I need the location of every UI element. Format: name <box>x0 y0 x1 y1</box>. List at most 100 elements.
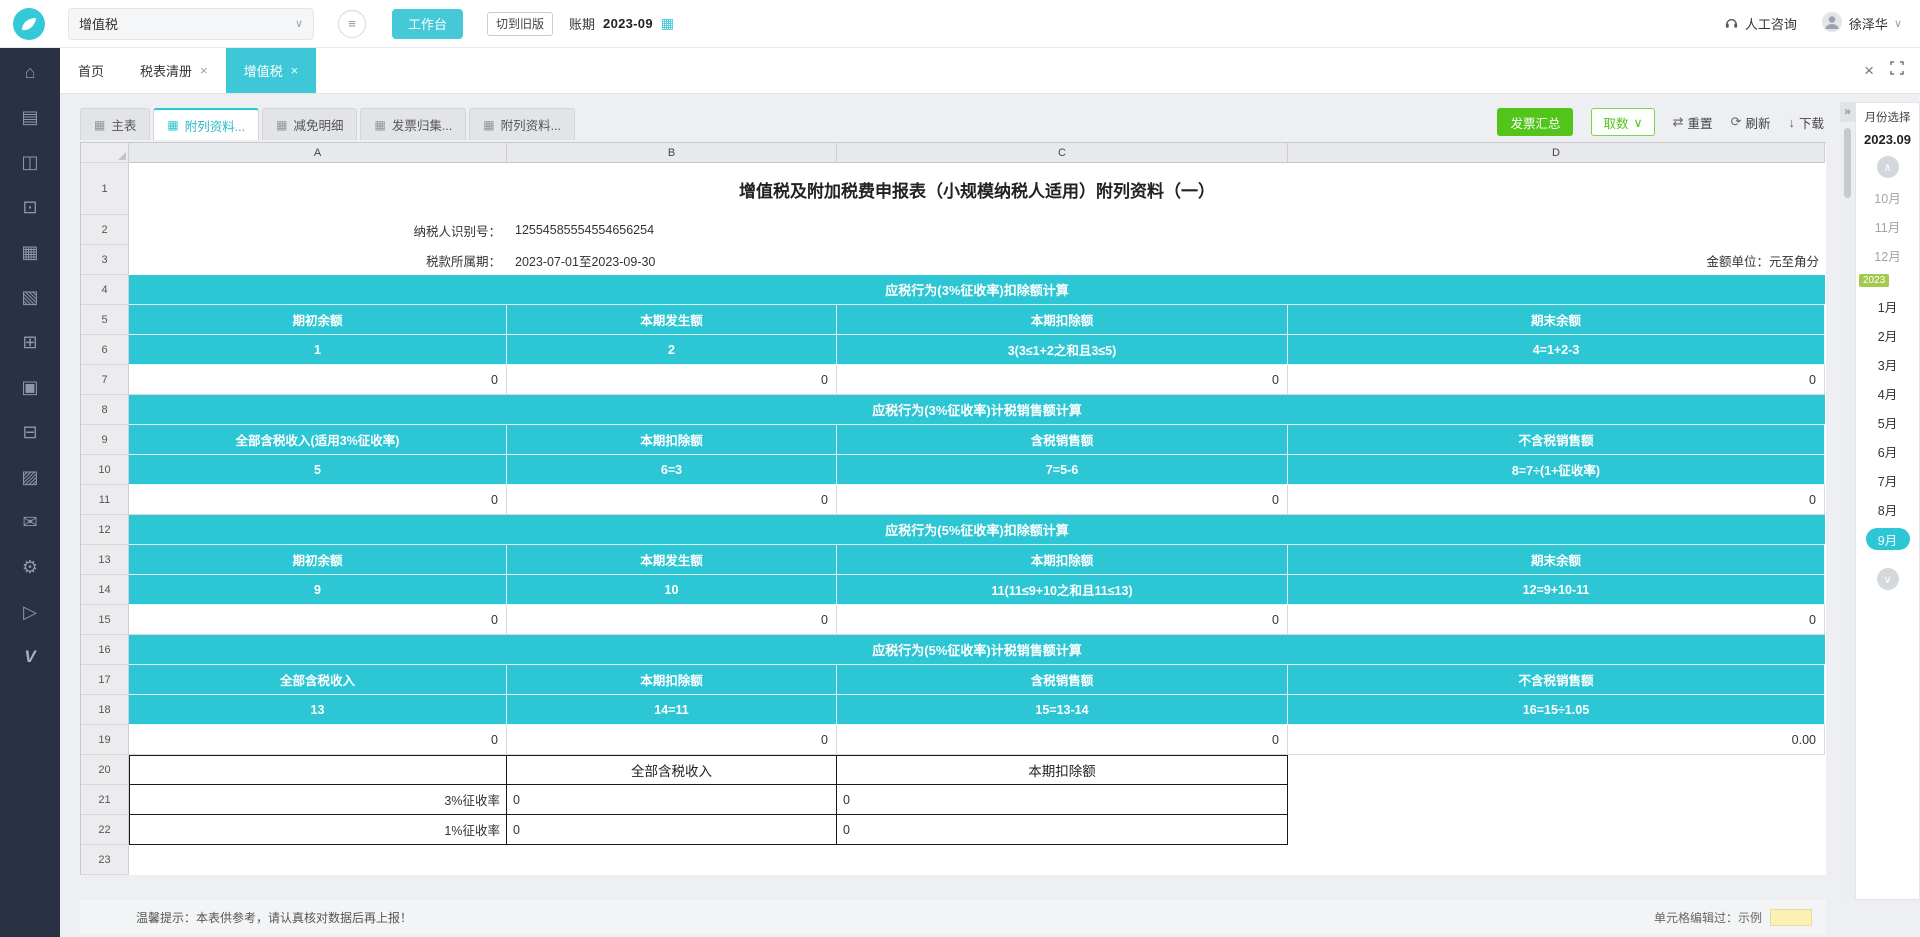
row-number[interactable]: 12 <box>81 515 129 545</box>
sidebar-item-assets[interactable]: ▣ <box>12 375 48 399</box>
sheet-tab-appendix1[interactable]: ▦ 附列资料... <box>153 108 260 140</box>
select-all-corner[interactable] <box>81 143 129 163</box>
month-item[interactable]: 2月 <box>1878 325 1897 345</box>
task-list-icon[interactable]: ≡ <box>338 9 366 38</box>
row-number[interactable]: 8 <box>81 395 129 425</box>
sheet-tab-main[interactable]: ▦ 主表 <box>80 108 151 140</box>
column-header-d[interactable]: D <box>1288 143 1825 163</box>
close-icon[interactable]: × <box>200 63 208 78</box>
month-item[interactable]: 5月 <box>1878 412 1897 432</box>
workbench-button[interactable]: 工作台 <box>392 8 464 39</box>
month-item[interactable]: 12月 <box>1874 245 1900 265</box>
invoice-summary-button[interactable]: 发票汇总 <box>1497 108 1574 136</box>
row-number[interactable]: 14 <box>81 575 129 605</box>
value-cell[interactable]: 0 <box>1288 365 1825 395</box>
value-cell[interactable]: 0 <box>837 365 1288 395</box>
row-number[interactable]: 7 <box>81 365 129 395</box>
collapse-panel-icon[interactable]: » <box>1840 102 1855 122</box>
sidebar-item-messages[interactable]: ✉ <box>12 510 48 534</box>
row-number[interactable]: 22 <box>81 815 129 845</box>
value-cell[interactable]: 0 <box>129 485 507 515</box>
switch-old-version-button[interactable]: 切到旧版 <box>487 11 554 36</box>
value-cell[interactable]: 0 <box>837 605 1288 635</box>
close-icon[interactable]: × <box>291 63 299 78</box>
row-number[interactable]: 15 <box>81 605 129 635</box>
sub-table-value-cell[interactable]: 0 <box>507 785 837 815</box>
value-cell[interactable]: 0 <box>507 485 837 515</box>
row-number[interactable]: 21 <box>81 785 129 815</box>
sidebar-item-tutorials[interactable]: ▷ <box>12 600 48 624</box>
value-cell[interactable]: 0 <box>507 605 837 635</box>
value-cell[interactable]: 0 <box>129 365 507 395</box>
scroll-down-icon[interactable]: ∨ <box>1876 568 1899 590</box>
value-cell[interactable]: 0 <box>837 485 1288 515</box>
sidebar-brand-icon[interactable]: V <box>12 645 48 669</box>
value-cell[interactable]: 0 <box>1288 605 1825 635</box>
column-header-c[interactable]: C <box>837 143 1288 163</box>
row-number[interactable]: 19 <box>81 725 129 755</box>
refresh-button[interactable]: ⟳ 刷新 <box>1731 113 1771 132</box>
month-item[interactable]: 6月 <box>1878 441 1897 461</box>
month-item[interactable]: 8月 <box>1878 499 1897 519</box>
month-item[interactable]: 1月 <box>1878 296 1897 316</box>
month-item[interactable]: 10月 <box>1874 187 1900 207</box>
value-cell[interactable]: 0 <box>507 365 837 395</box>
download-button[interactable]: ↓ 下载 <box>1788 113 1824 132</box>
row-number[interactable]: 11 <box>81 485 129 515</box>
sidebar-item-documents[interactable]: ▨ <box>12 465 48 489</box>
row-number[interactable]: 17 <box>81 665 129 695</box>
row-number[interactable]: 6 <box>81 335 129 365</box>
module-select[interactable]: 增值税 ∨ <box>68 7 314 40</box>
sheet-tab-appendix2[interactable]: ▦ 附列资料... <box>469 108 576 140</box>
value-cell[interactable]: 0 <box>129 605 507 635</box>
sidebar-item-ledger[interactable]: ▧ <box>12 285 48 309</box>
calendar-icon[interactable]: ▦ <box>661 15 674 32</box>
support-link[interactable]: 人工咨询 <box>1724 14 1797 33</box>
fullscreen-icon[interactable] <box>1890 61 1904 80</box>
close-all-tabs-icon[interactable]: × <box>1864 61 1874 81</box>
row-number[interactable]: 2 <box>81 215 129 245</box>
row-number[interactable]: 3 <box>81 245 129 275</box>
sidebar-item-reports[interactable]: ◫ <box>12 150 48 174</box>
user-menu[interactable]: 徐泽华 ∨ <box>1821 11 1902 36</box>
sidebar-item-home[interactable]: ⌂ <box>12 60 48 84</box>
month-item[interactable]: 11月 <box>1875 216 1900 236</box>
row-number[interactable]: 9 <box>81 425 129 455</box>
row-number[interactable]: 1 <box>81 163 129 215</box>
app-logo-icon[interactable] <box>12 7 46 41</box>
tab-tax-list[interactable]: 税表清册 × <box>122 48 226 93</box>
vertical-scrollbar[interactable] <box>1844 128 1851 198</box>
scroll-up-icon[interactable]: ∧ <box>1876 156 1899 178</box>
reset-button[interactable]: ⇄ 重置 <box>1673 113 1713 132</box>
row-number[interactable]: 20 <box>81 755 129 785</box>
period-value[interactable]: 2023-09 <box>603 16 653 31</box>
fetch-data-button[interactable]: 取数 ∨ <box>1591 108 1655 136</box>
month-item-active[interactable]: 9月 <box>1865 528 1910 550</box>
month-item[interactable]: 7月 <box>1878 470 1897 490</box>
sub-table-value-cell[interactable]: 0 <box>837 785 1288 815</box>
sheet-tab-reduction[interactable]: ▦ 减免明细 <box>262 108 358 140</box>
sidebar-item-company[interactable]: ▦ <box>12 240 48 264</box>
tab-home[interactable]: 首页 <box>60 48 122 93</box>
tab-vat[interactable]: 增值税 × <box>225 48 317 93</box>
value-cell[interactable]: 0.00 <box>1288 725 1825 755</box>
value-cell[interactable]: 0 <box>507 725 837 755</box>
sub-table-value-cell[interactable]: 0 <box>837 815 1288 845</box>
value-cell[interactable]: 0 <box>1288 485 1825 515</box>
row-number[interactable]: 10 <box>81 455 129 485</box>
value-cell[interactable]: 0 <box>837 725 1288 755</box>
sidebar-item-funds[interactable]: ⊡ <box>12 195 48 219</box>
row-number[interactable]: 23 <box>81 845 129 875</box>
row-number[interactable]: 13 <box>81 545 129 575</box>
row-number[interactable]: 4 <box>81 275 129 305</box>
sheet-tab-invoice-collect[interactable]: ▦ 发票归集... <box>360 108 467 140</box>
value-cell[interactable]: 0 <box>129 725 507 755</box>
sidebar-item-billing[interactable]: ▤ <box>12 105 48 129</box>
month-item[interactable]: 3月 <box>1878 354 1897 374</box>
month-item[interactable]: 4月 <box>1878 383 1897 403</box>
column-header-a[interactable]: A <box>129 143 507 163</box>
sidebar-item-settings[interactable]: ⚙ <box>12 555 48 579</box>
row-number[interactable]: 16 <box>81 635 129 665</box>
sidebar-item-invoices[interactable]: ⊟ <box>12 420 48 444</box>
sidebar-item-tax[interactable]: ⊞ <box>12 330 48 354</box>
